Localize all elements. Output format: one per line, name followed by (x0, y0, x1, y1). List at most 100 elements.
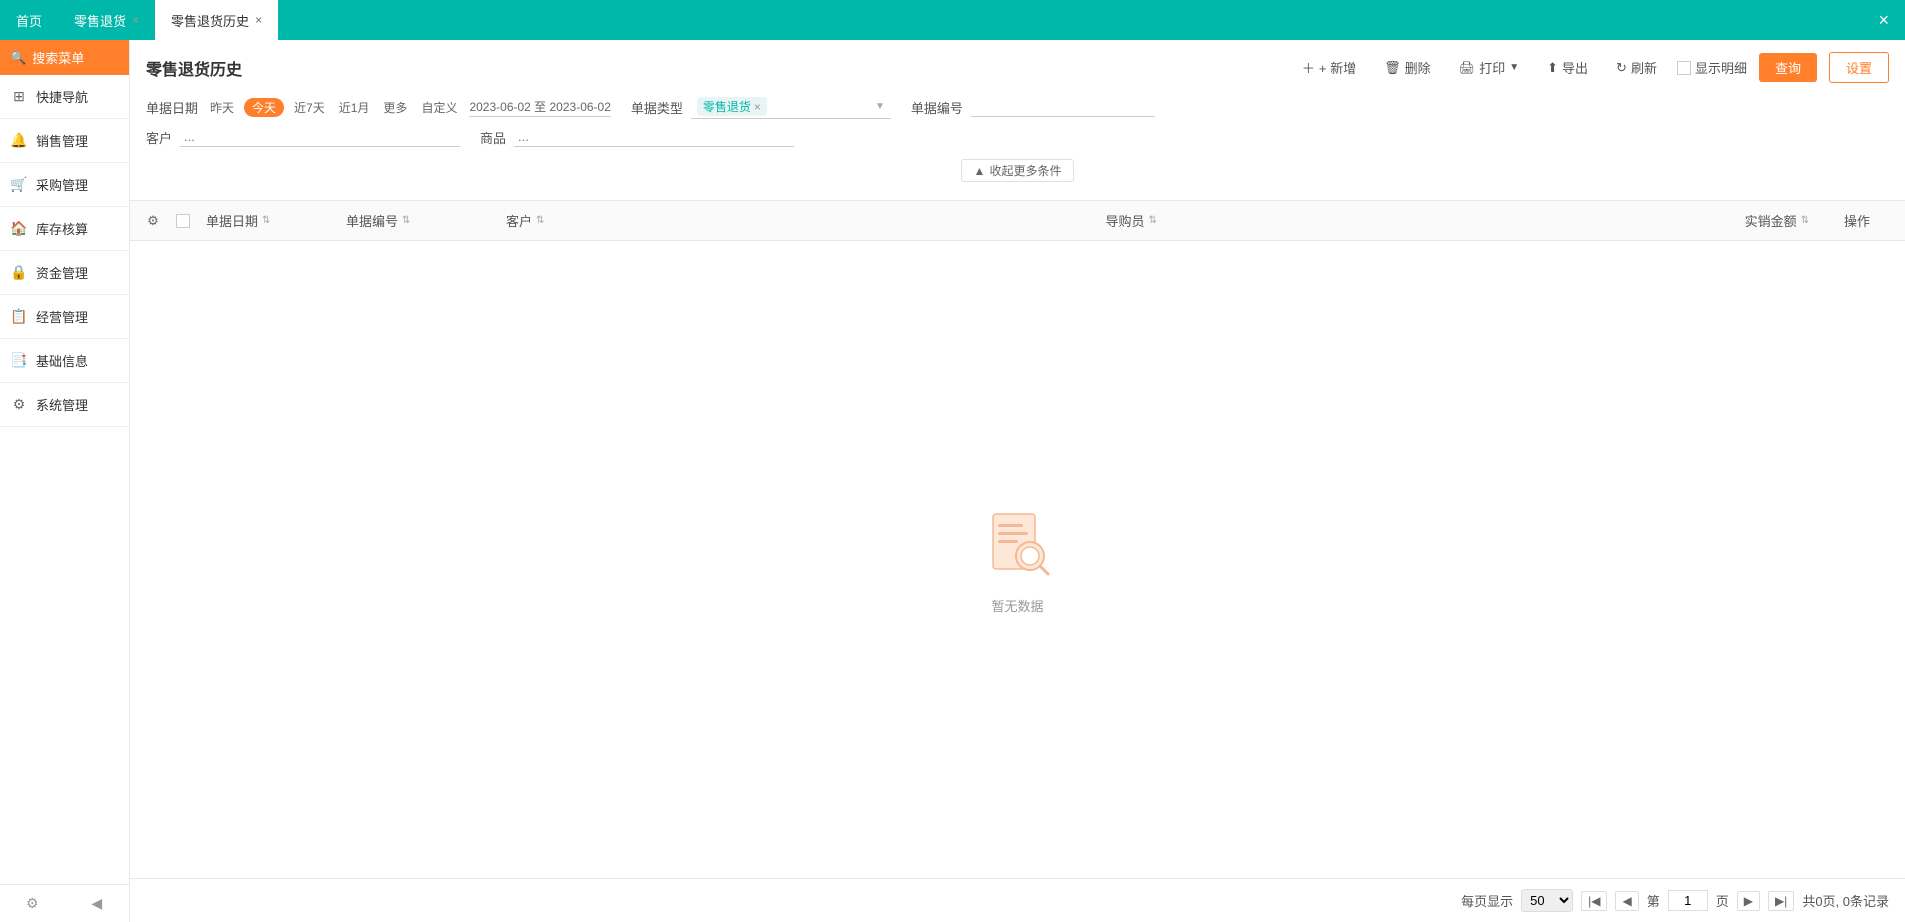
refresh-button[interactable]: ↻ 刷新 (1608, 54, 1665, 81)
finance-icon: 🔒 (10, 264, 28, 282)
page-size-label: 每页显示 (1461, 891, 1513, 910)
sidebar: 🔍 搜索菜单 ⊞ 快捷导航 🔔 销售管理 🛒 采购管理 🏠 库存核算 🔒 资金管… (0, 40, 130, 922)
th-no[interactable]: 单据编号 ⇅ (338, 211, 498, 230)
sidebar-item-label: 系统管理 (36, 395, 88, 414)
page-header: 零售退货历史 ＋ + 新增 🗑 删除 🖨 打印 ▼ (130, 40, 1905, 201)
sort-no-icon: ⇅ (402, 215, 410, 226)
th-customer[interactable]: 客户 ⇅ (498, 211, 1098, 230)
customer-filter: 客户 (146, 127, 460, 147)
th-date[interactable]: 单据日期 ⇅ (198, 211, 338, 230)
page-next-button[interactable]: ▶ (1737, 891, 1760, 911)
print-dropdown-icon: ▼ (1509, 62, 1519, 73)
sort-guide-icon: ⇅ (1149, 215, 1157, 226)
sales-icon: 🔔 (10, 132, 28, 150)
operations-icon: 📋 (10, 308, 28, 326)
bill-type-dropdown-icon: ▼ (875, 101, 885, 112)
bill-type-tag-close[interactable]: × (754, 100, 761, 114)
date-option-custom[interactable]: 自定义 (417, 98, 461, 117)
date-option-more[interactable]: 更多 (379, 98, 411, 117)
top-nav: 首页 零售退货 × 零售退货历史 × × (0, 0, 1905, 40)
show-details-checkbox[interactable] (1677, 61, 1691, 75)
toolbar: ＋ + 新增 🗑 删除 🖨 打印 ▼ ⬆ 导出 (1294, 52, 1889, 83)
export-button[interactable]: ⬆ 导出 (1539, 54, 1596, 81)
th-amount-label: 实销金额 (1745, 211, 1797, 230)
collapse-up-icon: ▲ (974, 164, 986, 178)
goods-filter: 商品 (480, 127, 794, 147)
goods-input[interactable] (514, 127, 794, 147)
table-header: ⚙ 单据日期 ⇅ 单据编号 ⇅ 客户 ⇅ 导购员 ⇅ (130, 201, 1905, 241)
customer-input[interactable] (180, 127, 460, 147)
date-option-today[interactable]: 今天 (244, 98, 284, 117)
table-select-all[interactable] (168, 214, 198, 228)
date-option-1month[interactable]: 近1月 (335, 98, 374, 117)
sidebar-item-label: 经营管理 (36, 307, 88, 326)
tab-home[interactable]: 首页 (0, 0, 58, 40)
purchase-icon: 🛒 (10, 176, 28, 194)
sidebar-item-sales-mgmt[interactable]: 🔔 销售管理 (0, 119, 129, 163)
bill-type-filter: 单据类型 零售退货 × ▼ (631, 95, 891, 119)
delete-button[interactable]: 🗑 删除 (1376, 54, 1439, 81)
page-word: 第 (1647, 891, 1660, 910)
th-no-label: 单据编号 (346, 211, 398, 230)
page-first-button[interactable]: |◀ (1581, 891, 1607, 911)
page-prev-button[interactable]: ◀ (1615, 891, 1638, 911)
th-guide[interactable]: 导购员 ⇅ (1098, 211, 1698, 230)
sidebar-item-label: 采购管理 (36, 175, 88, 194)
main-layout: 🔍 搜索菜单 ⊞ 快捷导航 🔔 销售管理 🛒 采购管理 🏠 库存核算 🔒 资金管… (0, 40, 1905, 922)
customer-label: 客户 (146, 128, 172, 147)
sidebar-item-inventory[interactable]: 🏠 库存核算 (0, 207, 129, 251)
page-size-select[interactable]: 50 10 20 100 (1521, 889, 1573, 912)
sidebar-item-sys-mgmt[interactable]: ⚙ 系统管理 (0, 383, 129, 427)
select-all-checkbox[interactable] (176, 214, 190, 228)
sidebar-item-finance[interactable]: 🔒 资金管理 (0, 251, 129, 295)
sidebar-search[interactable]: 🔍 搜索菜单 (0, 40, 129, 75)
sidebar-item-label: 快捷导航 (36, 87, 88, 106)
sidebar-item-quick-nav[interactable]: ⊞ 快捷导航 (0, 75, 129, 119)
table-container: ⚙ 单据日期 ⇅ 单据编号 ⇅ 客户 ⇅ 导购员 ⇅ (130, 201, 1905, 922)
sidebar-item-base-info[interactable]: 📑 基础信息 (0, 339, 129, 383)
sort-amount-icon: ⇅ (1801, 215, 1809, 226)
tab-retail-return-history[interactable]: 零售退货历史 × (155, 0, 278, 40)
date-label: 单据日期 (146, 98, 198, 117)
collapse-icon: ◀ (91, 895, 102, 912)
filter-row-1: 单据日期 昨天 今天 近7天 近1月 更多 自定义 2023-06-02 至 2… (146, 95, 1889, 119)
collapse-button[interactable]: ▲ 收起更多条件 (961, 159, 1075, 182)
sidebar-item-purchase-mgmt[interactable]: 🛒 采购管理 (0, 163, 129, 207)
empty-state: 暂无数据 (130, 241, 1905, 878)
sidebar-collapse-button[interactable]: ◀ (65, 885, 130, 922)
collapse-row: ▲ 收起更多条件 (146, 155, 1889, 190)
inventory-icon: 🏠 (10, 220, 28, 238)
settings-button[interactable]: 设置 (1829, 52, 1889, 83)
settings-icon: ⚙ (26, 895, 39, 912)
filter-row-2: 客户 商品 (146, 127, 1889, 147)
print-button[interactable]: 🖨 打印 ▼ (1451, 54, 1527, 81)
base-info-icon: 📑 (10, 352, 28, 370)
sidebar-settings-button[interactable]: ⚙ (0, 885, 65, 922)
goods-label: 商品 (480, 128, 506, 147)
search-icon: 🔍 (10, 50, 26, 66)
window-close-button[interactable]: × (1862, 10, 1905, 31)
sidebar-item-label: 资金管理 (36, 263, 88, 282)
sidebar-search-label: 搜索菜单 (32, 48, 84, 67)
date-option-yesterday[interactable]: 昨天 (206, 98, 238, 117)
tab-retail-return[interactable]: 零售退货 × (58, 0, 155, 40)
bill-type-tag: 零售退货 × (697, 97, 767, 116)
add-button[interactable]: ＋ + 新增 (1294, 54, 1364, 81)
bill-type-select[interactable]: 零售退货 × ▼ (691, 95, 891, 119)
show-details-toggle[interactable]: 显示明细 (1677, 58, 1747, 77)
th-date-label: 单据日期 (206, 211, 258, 230)
th-amount[interactable]: 实销金额 ⇅ (1697, 211, 1817, 230)
delete-icon: 🗑 (1384, 60, 1401, 76)
date-range[interactable]: 2023-06-02 至 2023-06-02 (469, 98, 610, 117)
current-page-input[interactable] (1668, 890, 1708, 911)
close-tab-retail-return[interactable]: × (132, 13, 139, 27)
bill-no-input[interactable] (971, 97, 1155, 117)
sidebar-item-operations[interactable]: 📋 经营管理 (0, 295, 129, 339)
page-last-button[interactable]: ▶| (1768, 891, 1794, 911)
date-option-7days[interactable]: 近7天 (290, 98, 329, 117)
date-filter: 单据日期 昨天 今天 近7天 近1月 更多 自定义 2023-06-02 至 2… (146, 98, 611, 117)
table-settings-button[interactable]: ⚙ (138, 213, 168, 229)
query-button[interactable]: 今天 查询 (1759, 53, 1817, 82)
close-tab-retail-return-history[interactable]: × (255, 13, 262, 27)
bill-no-label: 单据编号 (911, 98, 963, 117)
